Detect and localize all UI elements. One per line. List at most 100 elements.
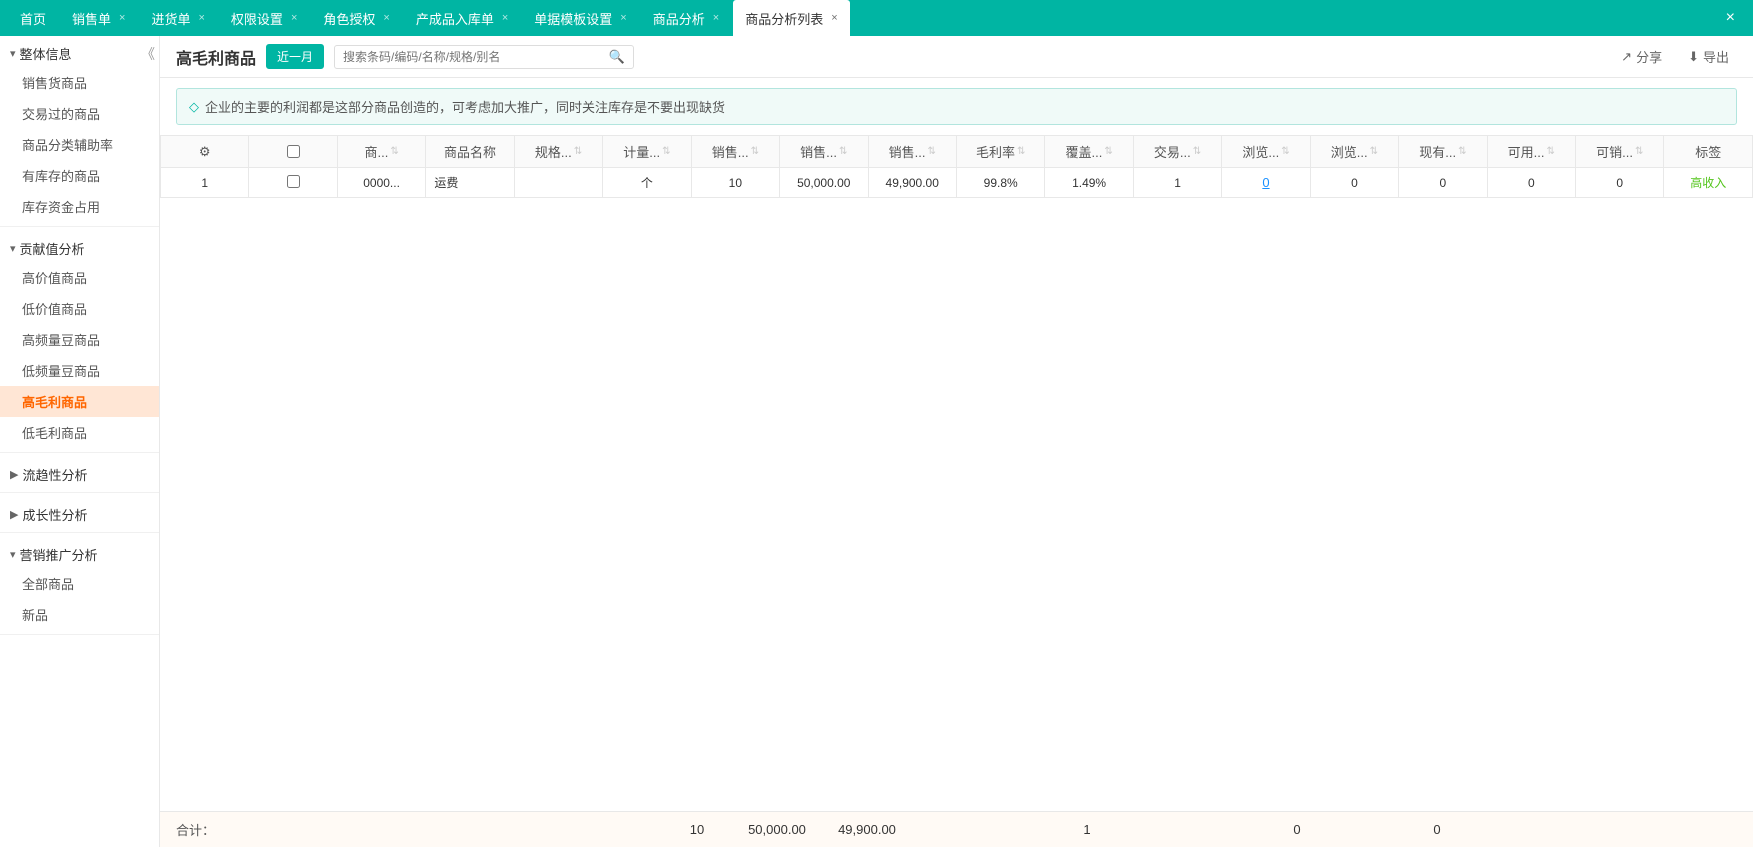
sidebar-group-arrow: ▾: [10, 548, 16, 561]
sidebar-item-low_margin[interactable]: 低毛利商品: [0, 417, 159, 448]
search-icon[interactable]: 🔍: [609, 49, 625, 65]
select-all-checkbox[interactable]: [287, 145, 300, 158]
sidebar-item-new_goods[interactable]: 新品: [0, 599, 159, 630]
share-button[interactable]: ↗ 分享: [1613, 44, 1670, 69]
info-banner-text: 企业的主要的利润都是这部分商品创造的，可考虑加大推广，同时关注库存是不要出现缺货: [205, 97, 725, 116]
col-header-sale_qty[interactable]: 销售...⇅: [691, 136, 779, 168]
nav-tab-close-role_permission[interactable]: ×: [383, 12, 389, 24]
col-header-num[interactable]: ⚙: [161, 136, 249, 168]
col-header-unit[interactable]: 计量...⇅: [603, 136, 691, 168]
nav-tab-product_analysis[interactable]: 商品分析×: [641, 0, 731, 36]
col-header-browse1[interactable]: 浏览...⇅: [1222, 136, 1310, 168]
sidebar-item-inventory_capital[interactable]: 库存资金占用: [0, 191, 159, 222]
col-header-name[interactable]: 商品名称: [426, 136, 514, 168]
sidebar-collapse-button[interactable]: 《: [141, 44, 155, 64]
cell-sale_cost-0: 49,900.00: [868, 168, 956, 198]
col-header-cover[interactable]: 覆盖...⇅: [1045, 136, 1133, 168]
sidebar-item-all_goods[interactable]: 全部商品: [0, 568, 159, 599]
sort-icon-sale_amt[interactable]: ⇅: [839, 146, 847, 157]
nav-tab-product_entry[interactable]: 产成品入库单×: [404, 0, 520, 36]
sidebar-item-low_value[interactable]: 低价值商品: [0, 293, 159, 324]
window-close-button[interactable]: ×: [1716, 0, 1745, 36]
filter-recent-month-button[interactable]: 近一月: [266, 44, 324, 69]
sort-icon-browse2[interactable]: ⇅: [1370, 146, 1378, 157]
sidebar-item-high_value[interactable]: 高价值商品: [0, 262, 159, 293]
sort-icon-code[interactable]: ⇅: [390, 146, 398, 157]
sidebar-group-overall_info[interactable]: ▾整体信息: [0, 36, 159, 67]
col-header-sale_amt[interactable]: 销售...⇅: [780, 136, 868, 168]
col-header-trade[interactable]: 交易...⇅: [1133, 136, 1221, 168]
sidebar-item-low_freq[interactable]: 低频量豆商品: [0, 355, 159, 386]
sidebar-group-asset_analysis[interactable]: ▾贡献值分析: [0, 231, 159, 262]
share-icon: ↗: [1621, 49, 1632, 65]
sort-icon-stock2[interactable]: ⇅: [1547, 146, 1555, 157]
sort-icon-stock1[interactable]: ⇅: [1458, 146, 1466, 157]
sort-icon-spec[interactable]: ⇅: [574, 146, 582, 157]
col-header-tag[interactable]: 标签: [1664, 136, 1753, 168]
sort-icon-trade[interactable]: ⇅: [1193, 146, 1201, 157]
col-header-sale_cost[interactable]: 销售...⇅: [868, 136, 956, 168]
sort-icon-browse1[interactable]: ⇅: [1281, 146, 1289, 157]
col-header-gross_rate[interactable]: 毛利率⇅: [956, 136, 1044, 168]
nav-tab-template_settings[interactable]: 单据模板设置 ×: [522, 0, 638, 36]
col-label-code: 商...: [364, 142, 388, 161]
sidebar-group-trend_analysis[interactable]: ▶流趋性分析: [0, 457, 159, 488]
nav-tab-permission_settings[interactable]: 权限设置×: [219, 0, 309, 36]
col-label-trade: 交易...: [1154, 142, 1191, 161]
col-label-gross_rate: 毛利率: [976, 142, 1015, 161]
cell-code-0[interactable]: 0000...: [337, 168, 425, 198]
cell-sale_qty-0: 10: [691, 168, 779, 198]
sidebar-item-analysis_assist[interactable]: 商品分类辅助率: [0, 129, 159, 160]
sidebar-item-high_margin[interactable]: 高毛利商品: [0, 386, 159, 417]
col-header-stock1[interactable]: 现有...⇅: [1399, 136, 1487, 168]
col-header-saleable[interactable]: 可销...⇅: [1576, 136, 1664, 168]
nav-tab-close-product_analysis_list[interactable]: ×: [831, 12, 837, 24]
nav-tab-close-product_analysis[interactable]: ×: [713, 12, 719, 24]
search-box[interactable]: 🔍: [334, 45, 634, 69]
nav-tab-close-product_entry[interactable]: ×: [502, 12, 508, 24]
col-header-check[interactable]: [249, 136, 337, 168]
sidebar-divider: [0, 226, 159, 227]
nav-tab-product_analysis_list[interactable]: 商品分析列表×: [733, 0, 849, 36]
sidebar-group-label: 整体信息: [20, 44, 72, 63]
row-checkbox-0[interactable]: [287, 175, 300, 188]
browse-link[interactable]: 0: [1262, 175, 1269, 190]
home-tab[interactable]: 首页: [8, 0, 58, 36]
sort-icon-saleable[interactable]: ⇅: [1635, 146, 1643, 157]
settings-icon[interactable]: ⚙: [199, 144, 211, 160]
nav-tab-label: 单据模板设置: [534, 9, 612, 28]
nav-tab-close-purchase[interactable]: ×: [198, 12, 204, 24]
sidebar-item-high_freq[interactable]: 高频量豆商品: [0, 324, 159, 355]
sort-icon-sale_cost[interactable]: ⇅: [927, 146, 935, 157]
search-input[interactable]: [343, 50, 609, 64]
col-header-code[interactable]: 商...⇅: [337, 136, 425, 168]
nav-tab-role_permission[interactable]: 角色授权 ×: [311, 0, 401, 36]
sidebar-item-sales_goods[interactable]: 销售货商品: [0, 67, 159, 98]
cell-browse2-0: 0: [1310, 168, 1398, 198]
col-header-browse2[interactable]: 浏览...⇅: [1310, 136, 1398, 168]
nav-tab-close-permission_settings[interactable]: ×: [291, 12, 297, 24]
nav-tab-label: 角色授权: [323, 9, 375, 28]
nav-tab-close-template_settings[interactable]: ×: [620, 12, 626, 24]
sort-icon-gross_rate[interactable]: ⇅: [1017, 146, 1025, 157]
nav-tab-close-sales[interactable]: ×: [119, 12, 125, 24]
col-label-tag: 标签: [1695, 142, 1721, 161]
cell-trade-0: 1: [1133, 168, 1221, 198]
sidebar-item-traded_goods[interactable]: 交易过的商品: [0, 98, 159, 129]
export-button[interactable]: ⬇ 导出: [1680, 44, 1737, 69]
sort-icon-sale_qty[interactable]: ⇅: [751, 146, 759, 157]
col-label-name: 商品名称: [444, 142, 496, 161]
footer-cell-6: 10: [662, 822, 732, 837]
sidebar-group-marketing_analysis[interactable]: ▾营销推广分析: [0, 537, 159, 568]
cell-unit-0: 个: [603, 168, 691, 198]
col-header-spec[interactable]: 规格...⇅: [514, 136, 602, 168]
sidebar-group-growth_analysis[interactable]: ▶成长性分析: [0, 497, 159, 528]
sort-icon-unit[interactable]: ⇅: [662, 146, 670, 157]
cell-browse1-0[interactable]: 0: [1222, 168, 1310, 198]
nav-tab-sales[interactable]: 销售单×: [60, 0, 137, 36]
sort-icon-cover[interactable]: ⇅: [1104, 146, 1112, 157]
sidebar-group-arrow: ▶: [10, 468, 18, 481]
sidebar-item-inventory_goods[interactable]: 有库存的商品: [0, 160, 159, 191]
nav-tab-purchase[interactable]: 进货单×: [139, 0, 216, 36]
col-header-stock2[interactable]: 可用...⇅: [1487, 136, 1575, 168]
